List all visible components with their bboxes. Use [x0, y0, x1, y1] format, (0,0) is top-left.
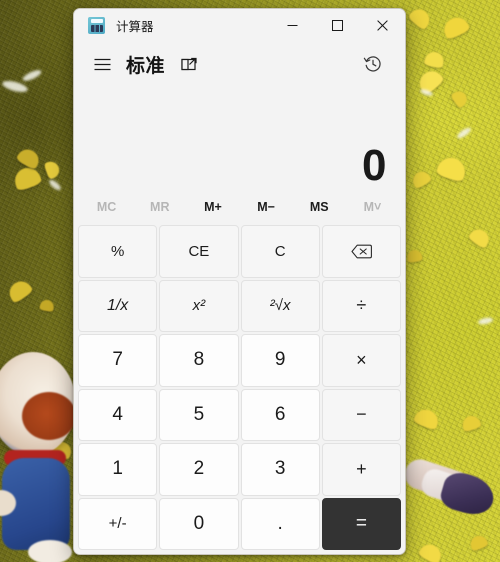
purple-shoe	[437, 468, 499, 520]
plush-mouth	[22, 392, 76, 440]
doraemon-plush-toy	[0, 352, 78, 562]
calculator-window: 计算器 标准 0 MC MR M+ M− MS M˅ % CE C 1/x x²…	[73, 8, 406, 555]
backspace-button[interactable]	[321, 225, 401, 278]
backspace-icon	[351, 244, 372, 259]
minimize-button[interactable]	[270, 9, 315, 42]
maximize-button[interactable]	[315, 9, 360, 42]
keep-on-top-icon	[180, 57, 197, 70]
navigation-menu-button[interactable]	[88, 50, 116, 78]
subtract-button[interactable]: −	[321, 388, 401, 441]
add-button[interactable]: +	[321, 443, 401, 496]
screen: 计算器 标准 0 MC MR M+ M− MS M˅ % CE C 1/x x²…	[0, 0, 500, 562]
three-button[interactable]: 3	[240, 443, 320, 496]
reciprocal-button[interactable]: 1/x	[78, 279, 158, 332]
plush-foot	[28, 540, 72, 562]
window-controls	[270, 9, 405, 42]
memory-add-button[interactable]: M+	[186, 194, 239, 220]
calculator-display: 0	[74, 86, 405, 191]
two-button[interactable]: 2	[159, 443, 239, 496]
equals-button[interactable]: =	[321, 497, 401, 550]
decimal-button[interactable]: .	[240, 497, 320, 550]
memory-store-button[interactable]: MS	[293, 194, 346, 220]
title-bar-left: 计算器	[74, 16, 270, 35]
zero-button[interactable]: 0	[159, 497, 239, 550]
multiply-button[interactable]: ×	[321, 334, 401, 387]
close-button[interactable]	[360, 9, 405, 42]
calculator-mode-title: 标准	[126, 55, 166, 77]
clear-entry-button[interactable]: CE	[159, 225, 239, 278]
keep-on-top-button[interactable]	[176, 51, 202, 77]
window-title-bar[interactable]: 计算器	[74, 9, 405, 42]
person-leg-with-shoe	[400, 455, 500, 525]
square-root-label: ²√x	[269, 297, 291, 315]
six-button[interactable]: 6	[240, 388, 320, 441]
mode-bar: 标准	[74, 42, 405, 86]
square-label: x²	[192, 297, 206, 315]
nine-button[interactable]: 9	[240, 334, 320, 387]
memory-button-row: MC MR M+ M− MS M˅	[74, 191, 405, 223]
one-button[interactable]: 1	[78, 443, 158, 496]
close-icon	[377, 20, 388, 31]
hamburger-menu-icon	[94, 58, 110, 70]
memory-clear-button[interactable]: MC	[80, 194, 133, 220]
memory-dropdown-button[interactable]: M˅	[346, 194, 399, 220]
display-result[interactable]: 0	[362, 141, 386, 191]
square-button[interactable]: x²	[159, 279, 239, 332]
history-icon	[363, 56, 381, 72]
eight-button[interactable]: 8	[159, 334, 239, 387]
history-button[interactable]	[357, 48, 389, 80]
window-title: 计算器	[116, 20, 154, 34]
four-button[interactable]: 4	[78, 388, 158, 441]
maximize-icon	[332, 20, 343, 31]
calculator-keypad: % CE C 1/x x² ²√x ÷ 7 8 9 × 4 5 6 − 1 2 …	[74, 223, 405, 554]
minimize-icon	[287, 25, 298, 26]
square-root-button[interactable]: ²√x	[240, 279, 320, 332]
memory-recall-button[interactable]: MR	[133, 194, 186, 220]
clear-button[interactable]: C	[240, 225, 320, 278]
memory-subtract-button[interactable]: M−	[240, 194, 293, 220]
calculator-icon	[88, 17, 105, 34]
five-button[interactable]: 5	[159, 388, 239, 441]
reciprocal-label: 1/x	[106, 296, 129, 314]
percent-button[interactable]: %	[78, 225, 158, 278]
seven-button[interactable]: 7	[78, 334, 158, 387]
negate-button[interactable]: +/-	[78, 497, 158, 550]
divide-button[interactable]: ÷	[321, 279, 401, 332]
